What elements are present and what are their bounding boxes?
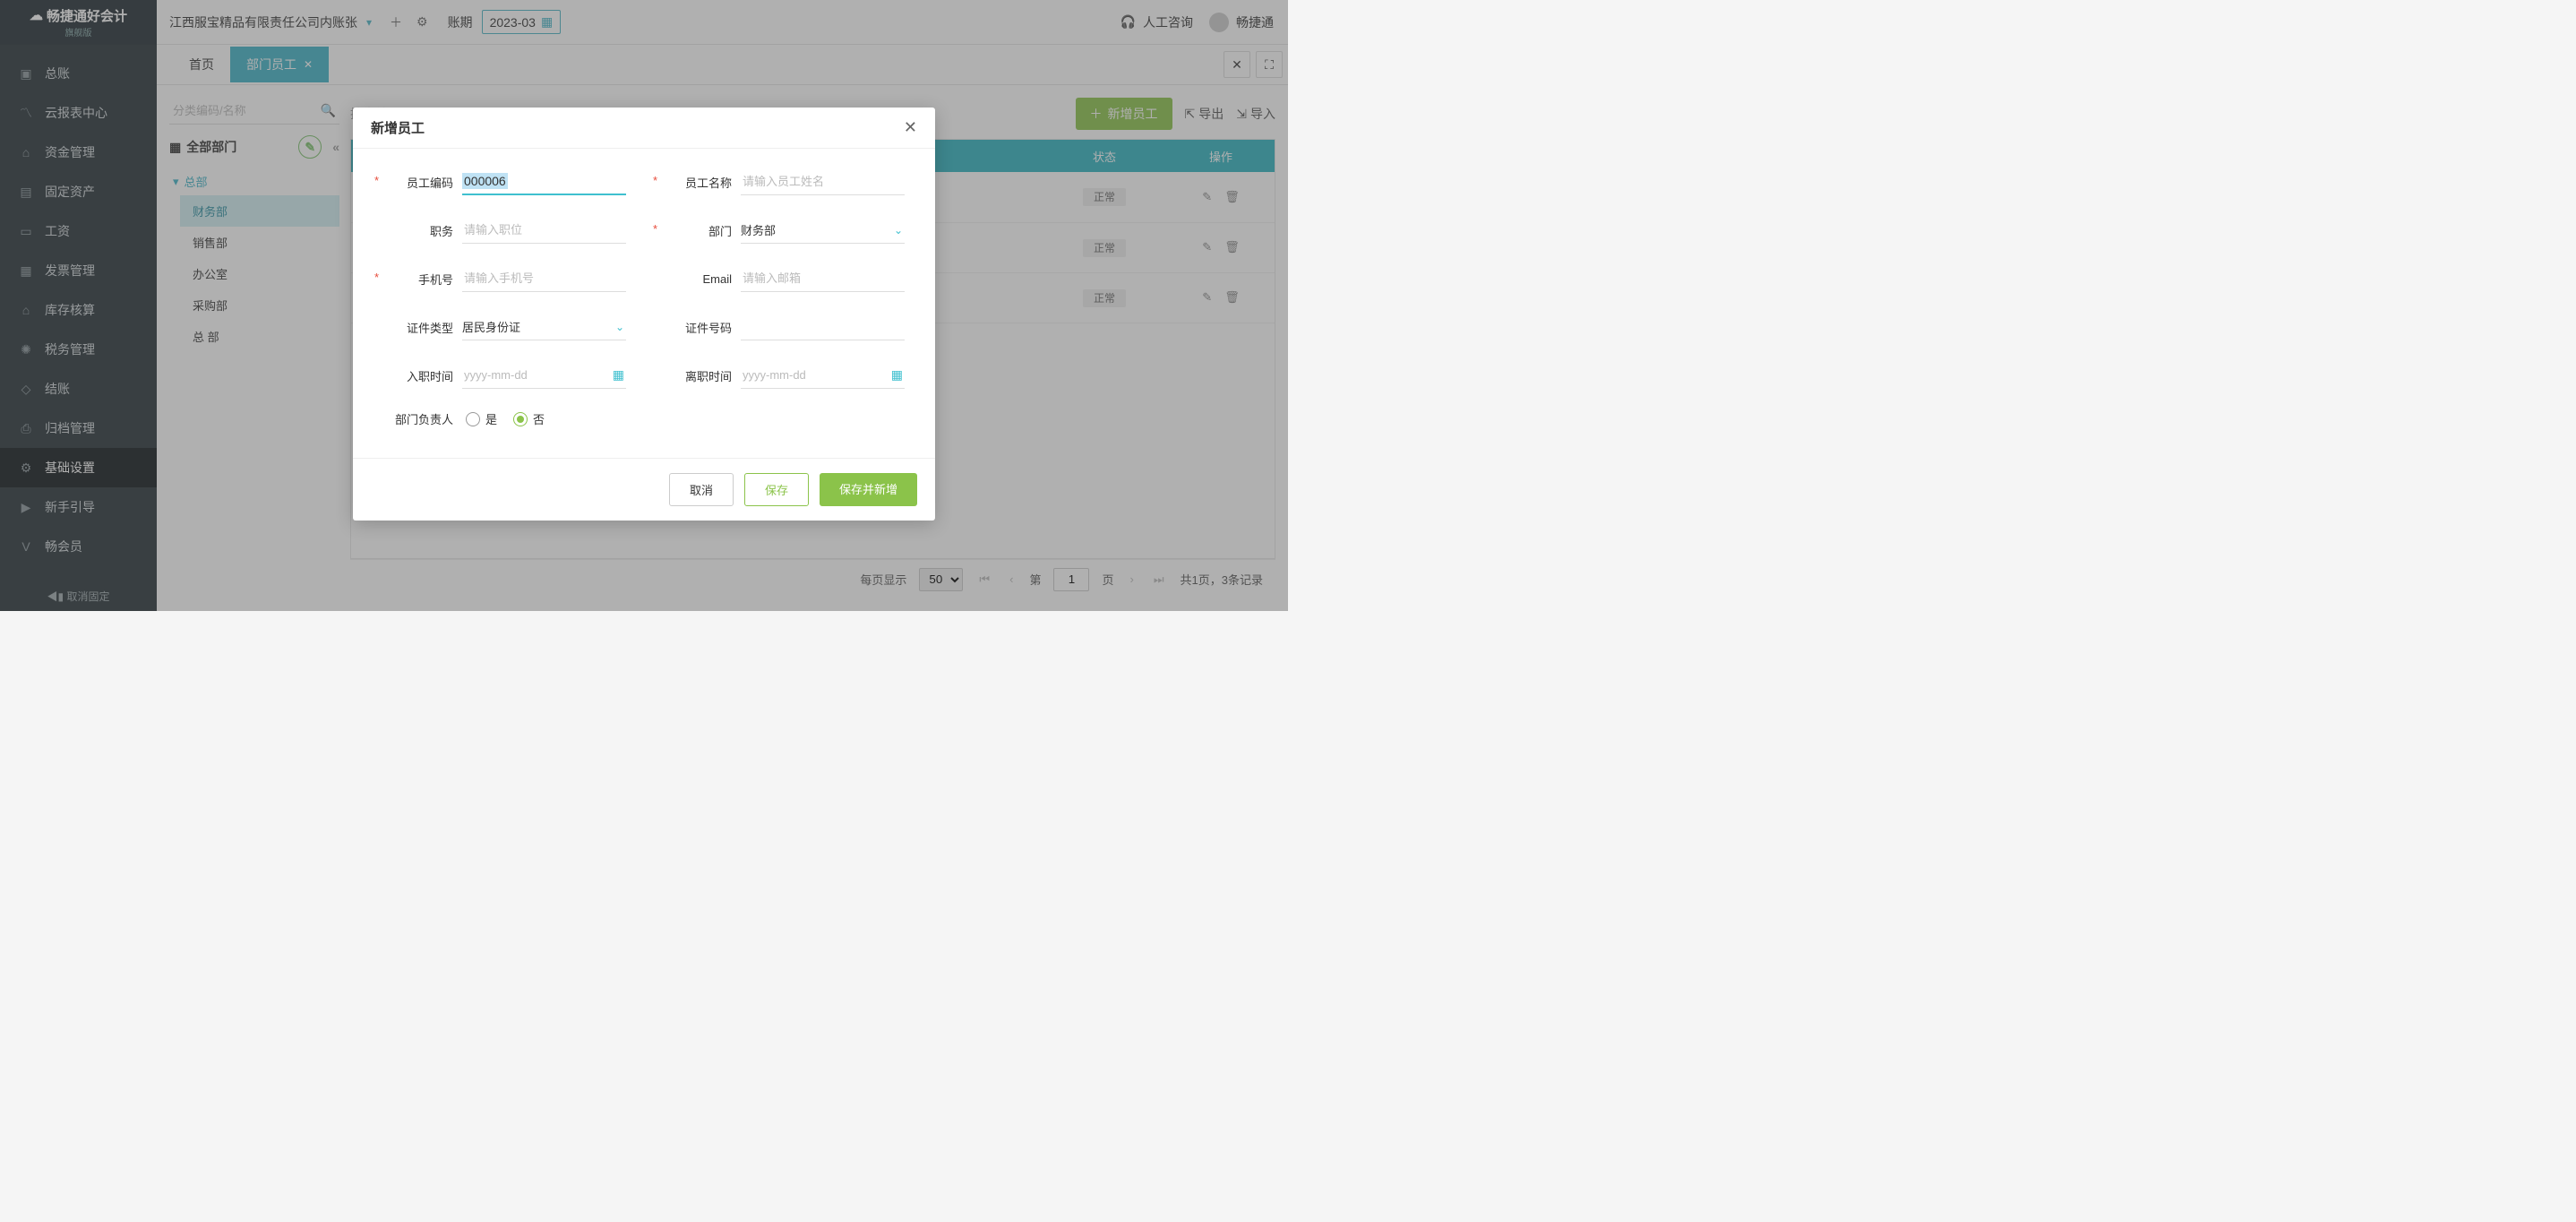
dept-value: 财务部 xyxy=(741,221,776,238)
calendar-icon[interactable]: ▦ xyxy=(613,367,624,383)
label-id-no: 证件号码 xyxy=(662,319,732,336)
email-field[interactable] xyxy=(741,265,905,292)
save-and-new-button[interactable]: 保存并新增 xyxy=(820,473,917,506)
title-field[interactable] xyxy=(462,217,626,244)
label-id-type: 证件类型 xyxy=(383,319,453,336)
id-no-input[interactable] xyxy=(741,316,905,337)
label-emp-code: 员工编码 xyxy=(383,174,453,191)
leave-date-input[interactable] xyxy=(741,365,905,385)
new-employee-modal: 新增员工 ✕ 员工编码 000006 员工名称 xyxy=(353,108,935,521)
phone-field[interactable] xyxy=(462,265,626,292)
leave-date-field[interactable]: ▦ xyxy=(741,362,905,389)
radio-icon xyxy=(466,412,480,426)
label-emp-name: 员工名称 xyxy=(662,174,732,191)
label-hire-date: 入职时间 xyxy=(383,367,453,384)
dept-select[interactable]: 财务部 ⌄ xyxy=(741,217,905,244)
chevron-down-icon: ⌄ xyxy=(615,321,624,333)
label-title: 职务 xyxy=(383,222,453,239)
label-phone: 手机号 xyxy=(383,271,453,288)
hire-date-input[interactable] xyxy=(462,365,626,385)
radio-no[interactable]: 否 xyxy=(513,410,545,427)
email-input[interactable] xyxy=(741,268,905,288)
emp-name-field[interactable] xyxy=(741,168,905,195)
emp-code-value: 000006 xyxy=(462,173,508,189)
label-dept-leader: 部门负责人 xyxy=(383,410,453,427)
id-no-field[interactable] xyxy=(741,314,905,340)
phone-input[interactable] xyxy=(462,268,626,288)
save-button[interactable]: 保存 xyxy=(744,473,809,506)
calendar-icon[interactable]: ▦ xyxy=(891,367,903,383)
emp-code-field[interactable]: 000006 xyxy=(462,168,626,195)
title-input[interactable] xyxy=(462,219,626,240)
radio-yes[interactable]: 是 xyxy=(466,410,497,427)
cancel-button[interactable]: 取消 xyxy=(669,473,734,506)
emp-name-input[interactable] xyxy=(741,171,905,192)
modal-overlay: 新增员工 ✕ 员工编码 000006 员工名称 xyxy=(0,0,1288,611)
label-email: Email xyxy=(662,272,732,286)
close-icon[interactable]: ✕ xyxy=(904,118,917,137)
modal-title: 新增员工 xyxy=(371,118,425,137)
hire-date-field[interactable]: ▦ xyxy=(462,362,626,389)
id-type-select[interactable]: 居民身份证 ⌄ xyxy=(462,314,626,340)
label-dept: 部门 xyxy=(662,222,732,239)
label-leave-date: 离职时间 xyxy=(662,367,732,384)
radio-icon xyxy=(513,412,528,426)
id-type-value: 居民身份证 xyxy=(462,318,520,335)
chevron-down-icon: ⌄ xyxy=(894,224,903,237)
